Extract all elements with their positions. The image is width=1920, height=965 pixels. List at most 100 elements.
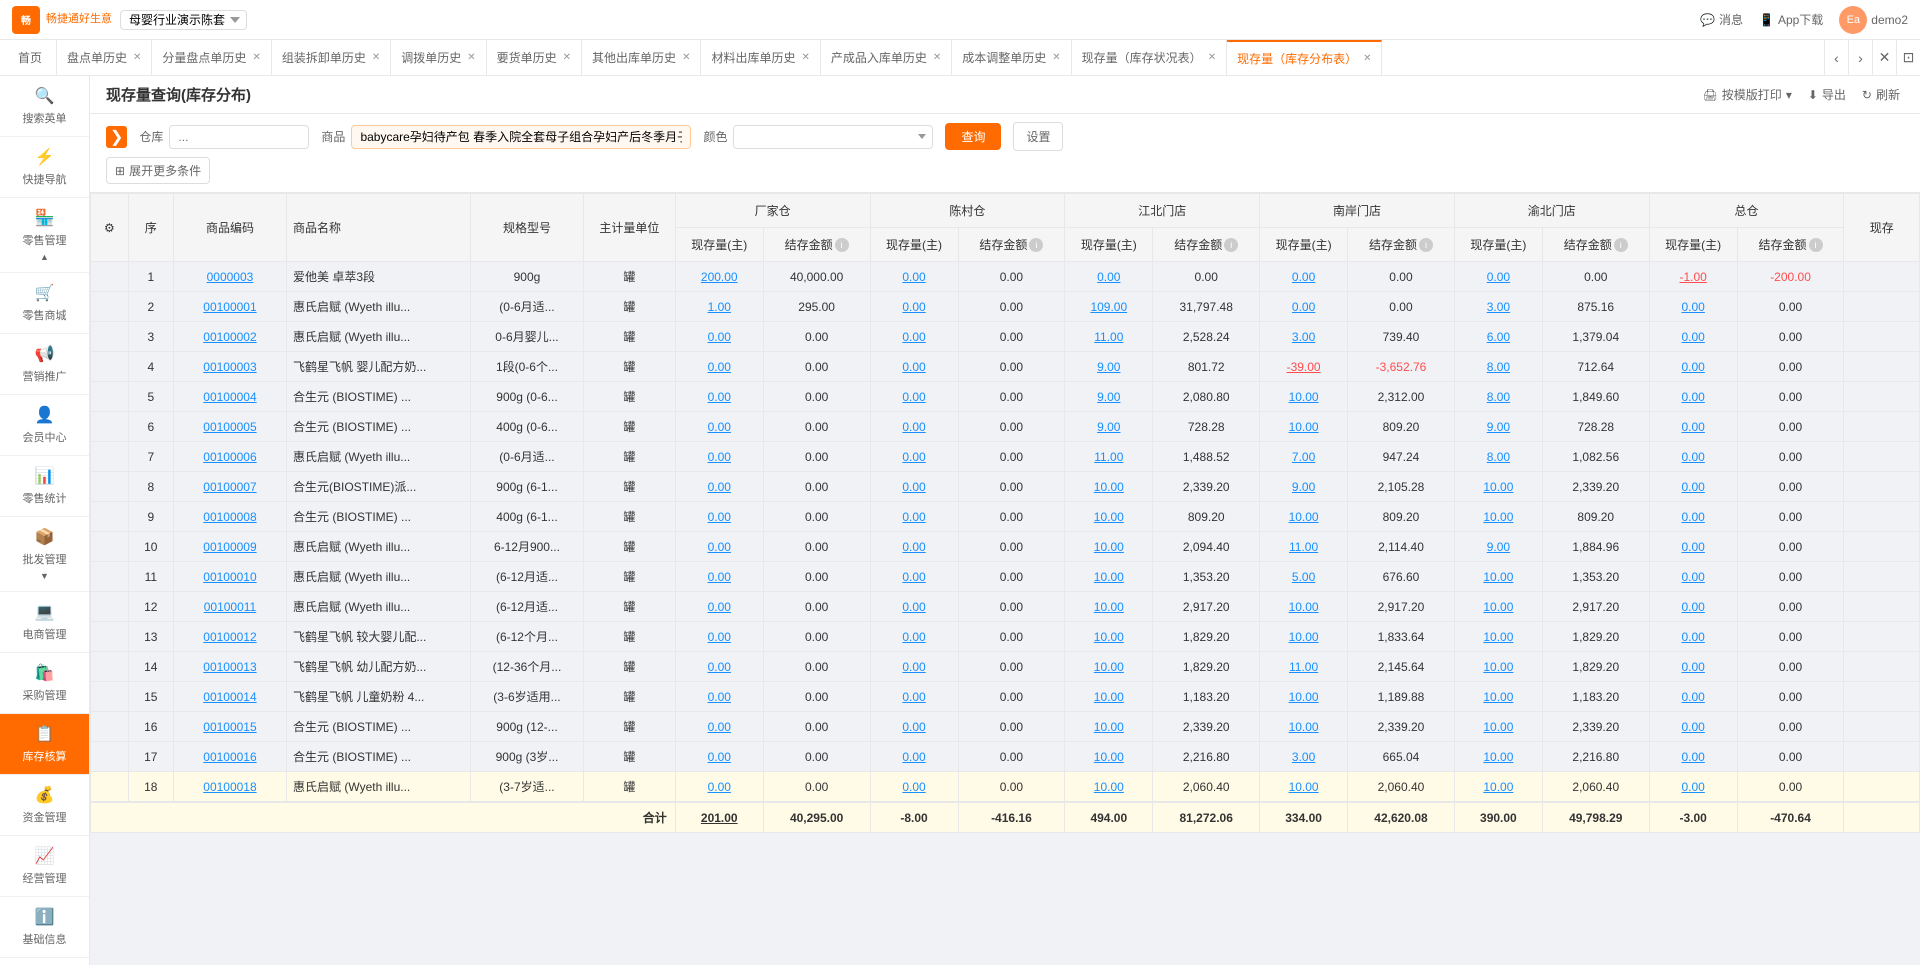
tab-close-8[interactable]: ✕ <box>933 52 941 63</box>
td-cur <box>1844 352 1920 382</box>
sidebar-item-biz[interactable]: 📈 经营管理 <box>0 836 89 897</box>
user-area[interactable]: Ea demo2 <box>1839 6 1908 34</box>
sidebar-item-inventory[interactable]: 📋 库存核算 <box>0 714 89 775</box>
td-jb-amt: 2,094.40 <box>1153 532 1260 562</box>
sidebar-item-basic[interactable]: ℹ️ 基础信息 <box>0 897 89 958</box>
tab-close-3[interactable]: ✕ <box>372 52 380 63</box>
sidebar-item-retail[interactable]: 🏪 零售管理 ▲ <box>0 198 89 273</box>
sidebar-item-marketing[interactable]: 📢 营销推广 <box>0 334 89 395</box>
tab-next-btn[interactable]: › <box>1848 40 1872 76</box>
sidebar-item-member[interactable]: 👤 会员中心 <box>0 395 89 456</box>
na-amt-info[interactable]: i <box>1419 238 1433 252</box>
td-chen-qty: 0.00 <box>870 592 958 622</box>
tab-transfer[interactable]: 调拨单历史 ✕ <box>391 40 486 76</box>
td-unit: 罐 <box>584 532 676 562</box>
sum-fac-qty[interactable]: 201.00 <box>675 802 763 833</box>
sidebar-item-retail-stat[interactable]: 📊 零售统计 <box>0 456 89 517</box>
table-area[interactable]: ⚙ 序 商品编码 商品名称 规格型号 主计量单位 厂家仓 陈村仓 江北门店 南岸… <box>90 193 1920 965</box>
tab-close-7[interactable]: ✕ <box>801 52 809 63</box>
tab-close-2[interactable]: ✕ <box>252 52 260 63</box>
td-spec: 400g (0-6... <box>470 412 583 442</box>
tot-amt-info[interactable]: i <box>1809 238 1823 252</box>
tab-expand-btn[interactable]: ⊡ <box>1896 40 1920 76</box>
td-chen-qty: 0.00 <box>870 352 958 382</box>
expand-conditions-btn[interactable]: ⊞ 展开更多条件 <box>106 157 210 184</box>
yb-amt-info[interactable]: i <box>1614 238 1628 252</box>
td-cur <box>1844 592 1920 622</box>
td-no: 16 <box>128 712 173 742</box>
td-na-amt: 2,145.64 <box>1348 652 1455 682</box>
tab-finished[interactable]: 产成品入库单历史 ✕ <box>821 40 952 76</box>
td-cur <box>1844 412 1920 442</box>
td-gear <box>91 472 129 502</box>
tab-stock-dist[interactable]: 现存量（库存分布表） ✕ <box>1227 40 1382 76</box>
sidebar-item-system[interactable]: ⚙️ 系统管理 <box>0 958 89 965</box>
tab-material[interactable]: 材料出库单历史 ✕ <box>701 40 820 76</box>
sidebar-item-finance[interactable]: 💰 资金管理 <box>0 775 89 836</box>
td-na-qty: 10.00 <box>1260 502 1348 532</box>
td-chen-amt: 0.00 <box>958 562 1065 592</box>
export-label: 导出 <box>1822 86 1846 103</box>
tab-order[interactable]: 要货单历史 ✕ <box>487 40 582 76</box>
tab-cost[interactable]: 成本调整单历史 ✕ <box>952 40 1071 76</box>
td-spec: (6-12个月... <box>470 622 583 652</box>
td-na-qty: 10.00 <box>1260 772 1348 803</box>
td-jb-amt: 1,353.20 <box>1153 562 1260 592</box>
refresh-btn[interactable]: ↻ 刷新 <box>1858 84 1904 105</box>
logo-area: 畅 畅捷通好生意 <box>12 6 112 34</box>
table-body: 1 0000003 爱他美 卓萃3段 900g 罐 200.00 40,000.… <box>91 262 1920 803</box>
tab-close-all-btn[interactable]: ✕ <box>1872 40 1896 76</box>
tab-inventory-history[interactable]: 盘点单历史 ✕ <box>57 40 152 76</box>
tab-outbound[interactable]: 其他出库单历史 ✕ <box>582 40 701 76</box>
td-spec: 900g (0-6... <box>470 382 583 412</box>
chen-amt-info[interactable]: i <box>1029 238 1043 252</box>
td-fac-amt: 0.00 <box>763 532 870 562</box>
color-select[interactable] <box>733 125 933 149</box>
message-btn[interactable]: 💬 消息 <box>1700 11 1743 28</box>
td-spec: 900g (3岁... <box>470 742 583 772</box>
sidebar-item-ecom[interactable]: 💻 电商管理 <box>0 592 89 653</box>
app-download-btn[interactable]: 📱 App下载 <box>1759 11 1823 28</box>
td-jb-amt: 2,216.80 <box>1153 742 1260 772</box>
company-select[interactable]: 母婴行业演示陈套 <box>120 10 247 30</box>
tab-close-5[interactable]: ✕ <box>563 52 571 63</box>
tab-close-9[interactable]: ✕ <box>1052 52 1060 63</box>
gear-col[interactable]: ⚙ <box>91 194 129 262</box>
tab-close-4[interactable]: ✕ <box>467 52 475 63</box>
td-na-amt: 947.24 <box>1348 442 1455 472</box>
td-fac-amt: 0.00 <box>763 742 870 772</box>
tab-stock-status[interactable]: 现存量（库存状况表） ✕ <box>1072 40 1227 76</box>
export-btn[interactable]: ⬇ 导出 <box>1804 84 1850 105</box>
sidebar-item-nav[interactable]: ⚡ 快捷导航 <box>0 137 89 198</box>
sidebar-item-search[interactable]: 🔍 搜索英单 <box>0 76 89 137</box>
tab-close-6[interactable]: ✕ <box>682 52 690 63</box>
product-input[interactable] <box>351 125 691 149</box>
print-btn[interactable]: 🖨 按模版打印 ▾ <box>1699 84 1796 105</box>
tab-home[interactable]: 首页 <box>4 40 57 76</box>
query-button[interactable]: 查询 <box>945 123 1001 150</box>
td-jb-amt: 2,339.20 <box>1153 712 1260 742</box>
tab-sub-inventory[interactable]: 分量盘点单历史 ✕ <box>152 40 271 76</box>
sidebar-item-purchase[interactable]: 🛍️ 采购管理 <box>0 653 89 714</box>
tab-close-11[interactable]: ✕ <box>1363 53 1371 64</box>
fac-amt-info[interactable]: i <box>835 238 849 252</box>
sidebar-item-mall[interactable]: 🛒 零售商城 <box>0 273 89 334</box>
setting-button[interactable]: 设置 <box>1013 122 1063 151</box>
sidebar-item-wholesale[interactable]: 📦 批发管理 ▼ <box>0 517 89 592</box>
td-chen-qty: 0.00 <box>870 622 958 652</box>
tab-assembly[interactable]: 组装拆卸单历史 ✕ <box>272 40 391 76</box>
td-chen-amt: 0.00 <box>958 382 1065 412</box>
tab-close-10[interactable]: ✕ <box>1208 52 1216 63</box>
td-fac-qty: 0.00 <box>675 502 763 532</box>
td-chen-amt: 0.00 <box>958 682 1065 712</box>
td-spec: 900g (6-1... <box>470 472 583 502</box>
jb-amt-info[interactable]: i <box>1224 238 1238 252</box>
td-no: 3 <box>128 322 173 352</box>
warehouse-input[interactable] <box>169 125 309 149</box>
td-name: 合生元 (BIOSTIME) ... <box>287 502 471 532</box>
td-name: 飞鹤星飞帆 较大婴儿配... <box>287 622 471 652</box>
tab-close-1[interactable]: ✕ <box>133 52 141 63</box>
tab-prev-btn[interactable]: ‹ <box>1824 40 1848 76</box>
search-toggle-arrow[interactable]: ❯ <box>106 126 127 148</box>
td-chen-amt: 0.00 <box>958 292 1065 322</box>
